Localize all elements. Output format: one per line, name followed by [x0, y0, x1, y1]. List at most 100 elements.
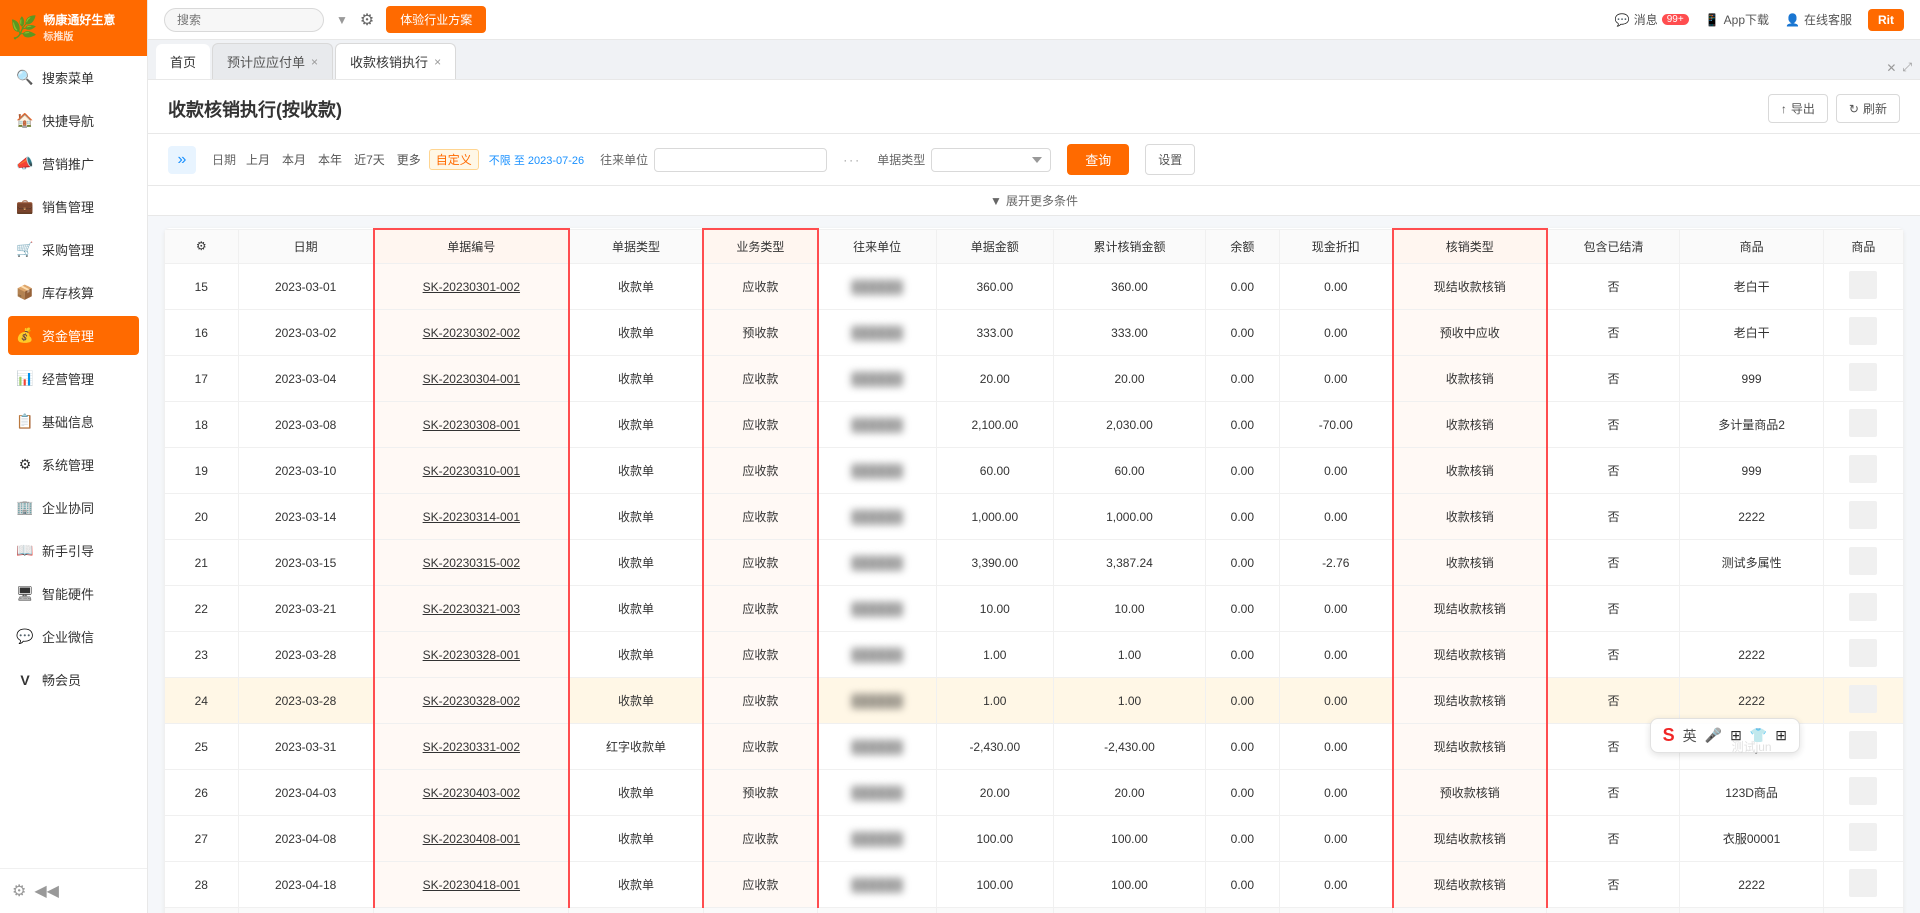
sidebar-item-label: 销售管理 [42, 197, 94, 216]
user-avatar[interactable]: Rit [1868, 9, 1904, 31]
row-doc-no[interactable]: SK-20230328-001 [374, 632, 569, 678]
member-icon: V [16, 671, 34, 689]
row-include-clear: 否 [1547, 448, 1680, 494]
sidebar-item-finance[interactable]: 💰 资金管理 [8, 316, 139, 355]
sidebar-item-operations[interactable]: 📊 经营管理 [0, 357, 147, 400]
sidebar-item-wechat[interactable]: 💬 企业微信 [0, 615, 147, 658]
row-doc-no[interactable]: SK-20230301-002 [374, 264, 569, 310]
tab-collection[interactable]: 收款核销执行 × [335, 43, 456, 79]
row-doc-no[interactable]: SK-20230408-001 [374, 816, 569, 862]
tab-home[interactable]: 首页 [156, 44, 210, 79]
expand-conditions-btn[interactable]: ▼ 展开更多条件 [990, 192, 1078, 209]
row-amount: 1.00 [936, 678, 1053, 724]
col-setting-icon[interactable]: ⚙ [196, 239, 207, 253]
receipt-type-select[interactable] [931, 148, 1051, 172]
row-balance: 0.00 [1206, 356, 1280, 402]
sidebar-item-inventory[interactable]: 📦 库存核算 [0, 271, 147, 314]
sidebar-item-system[interactable]: ⚙ 系统管理 [0, 443, 147, 486]
col-header-biz-type: 业务类型 [703, 229, 818, 264]
sidebar-item-sales[interactable]: 💼 销售管理 [0, 185, 147, 228]
tab-prepay[interactable]: 预计应应付单 × [212, 43, 333, 79]
message-area[interactable]: 💬 消息 99+ [1615, 11, 1689, 28]
filter-expand-btn[interactable]: » [168, 146, 196, 174]
tab-close-all[interactable]: ✕ [1886, 61, 1896, 75]
row-amount: 20.00 [936, 770, 1053, 816]
row-doc-no[interactable]: SK-20230331-002 [374, 724, 569, 770]
row-cancel-type: 现结收款核销 [1393, 862, 1547, 908]
sidebar-item-hardware[interactable]: 🖥 智能硬件 [0, 572, 147, 615]
row-doc-no[interactable]: SK-20230418-001 [374, 862, 569, 908]
row-doc-no[interactable]: SK-20230315-002 [374, 540, 569, 586]
row-counterpart: ██████ [818, 356, 937, 402]
service-area[interactable]: 👤 在线客服 [1785, 11, 1852, 28]
summary-row: 合计 [165, 908, 1904, 913]
sidebar-item-marketing[interactable]: 📣 营销推广 [0, 142, 147, 185]
row-doc-no[interactable]: SK-20230302-002 [374, 310, 569, 356]
row-number: 17 [165, 356, 239, 402]
tab-home-label: 首页 [170, 52, 196, 71]
purchase-icon: 🛒 [16, 241, 34, 259]
sidebar-item-member[interactable]: V 畅会员 [0, 658, 147, 701]
app-download[interactable]: 📱 App下载 [1705, 11, 1769, 28]
row-doc-type: 收款单 [569, 770, 703, 816]
setting-button[interactable]: 设置 [1145, 144, 1195, 175]
row-cancel-type: 预收款核销 [1393, 770, 1547, 816]
row-doc-no[interactable]: SK-20230328-002 [374, 678, 569, 724]
sidebar-item-search[interactable]: 🔍 搜索菜单 [0, 56, 147, 99]
search-input[interactable] [164, 8, 324, 32]
row-doc-no[interactable]: SK-20230321-003 [374, 586, 569, 632]
sidebar-item-purchase[interactable]: 🛒 采购管理 [0, 228, 147, 271]
sidebar-item-basic[interactable]: 📋 基础信息 [0, 400, 147, 443]
table-row: 182023-03-08SK-20230308-001收款单应收款██████2… [165, 402, 1904, 448]
row-date: 2023-03-14 [238, 494, 374, 540]
tab-collection-close[interactable]: × [434, 55, 441, 69]
row-doc-no[interactable]: SK-20230308-001 [374, 402, 569, 448]
row-doc-no[interactable]: SK-20230304-001 [374, 356, 569, 402]
collapse-icon[interactable]: ◀◀ [34, 881, 59, 901]
sidebar-item-quicknav[interactable]: 🏠 快捷导航 [0, 99, 147, 142]
counterpart-filter-group: 往来单位 [600, 148, 827, 172]
row-doc-no[interactable]: SK-20230314-001 [374, 494, 569, 540]
service-icon: 👤 [1785, 13, 1800, 27]
row-include-clear: 否 [1547, 540, 1680, 586]
row-number: 19 [165, 448, 239, 494]
sidebar-item-label: 经营管理 [42, 369, 94, 388]
gear-button[interactable]: ⚙ [360, 10, 374, 30]
refresh-icon: ↻ [1849, 102, 1859, 116]
date-7days[interactable]: 近7天 [350, 149, 389, 170]
date-range-display[interactable]: 不限 至 2023-07-26 [489, 152, 584, 168]
date-more[interactable]: 更多 [393, 149, 425, 170]
row-goods2 [1823, 816, 1903, 862]
settings-icon[interactable]: ⚙ [12, 881, 26, 901]
col-header-amount: 单据金额 [936, 229, 1053, 264]
query-button[interactable]: 查询 [1067, 144, 1129, 175]
row-biz-type: 应收款 [703, 678, 818, 724]
row-doc-no[interactable]: SK-20230403-002 [374, 770, 569, 816]
date-this-year[interactable]: 本年 [314, 149, 346, 170]
solution-button[interactable]: 体验行业方案 [386, 6, 486, 33]
col-header-setting[interactable]: ⚙ [165, 229, 239, 264]
tab-maximize[interactable]: ⤢ [1902, 60, 1912, 75]
table-row: 192023-03-10SK-20230310-001收款单应收款██████6… [165, 448, 1904, 494]
filter-dots[interactable]: ··· [843, 153, 861, 167]
row-balance: 0.00 [1206, 678, 1280, 724]
row-discount: 0.00 [1279, 494, 1393, 540]
row-discount: 0.00 [1279, 816, 1393, 862]
counterpart-input[interactable] [654, 148, 827, 172]
refresh-button[interactable]: ↻ 刷新 [1836, 94, 1900, 123]
export-button[interactable]: ↑ 导出 [1768, 94, 1828, 123]
table-row: 262023-04-03SK-20230403-002收款单预收款██████2… [165, 770, 1904, 816]
date-custom[interactable]: 自定义 [429, 149, 479, 170]
sidebar-item-guide[interactable]: 📖 新手引导 [0, 529, 147, 572]
row-counterpart: ██████ [818, 494, 937, 540]
col-header-goods2: 商品 [1823, 229, 1903, 264]
row-doc-no[interactable]: SK-20230310-001 [374, 448, 569, 494]
row-doc-type: 收款单 [569, 586, 703, 632]
date-this-month[interactable]: 本月 [278, 149, 310, 170]
dropdown-arrow-icon[interactable]: ▼ [336, 13, 348, 27]
row-biz-type: 应收款 [703, 402, 818, 448]
tab-prepay-close[interactable]: × [311, 55, 318, 69]
row-doc-type: 红字收款单 [569, 724, 703, 770]
sidebar-item-corp[interactable]: 🏢 企业协同 [0, 486, 147, 529]
date-last-month[interactable]: 上月 [242, 149, 274, 170]
